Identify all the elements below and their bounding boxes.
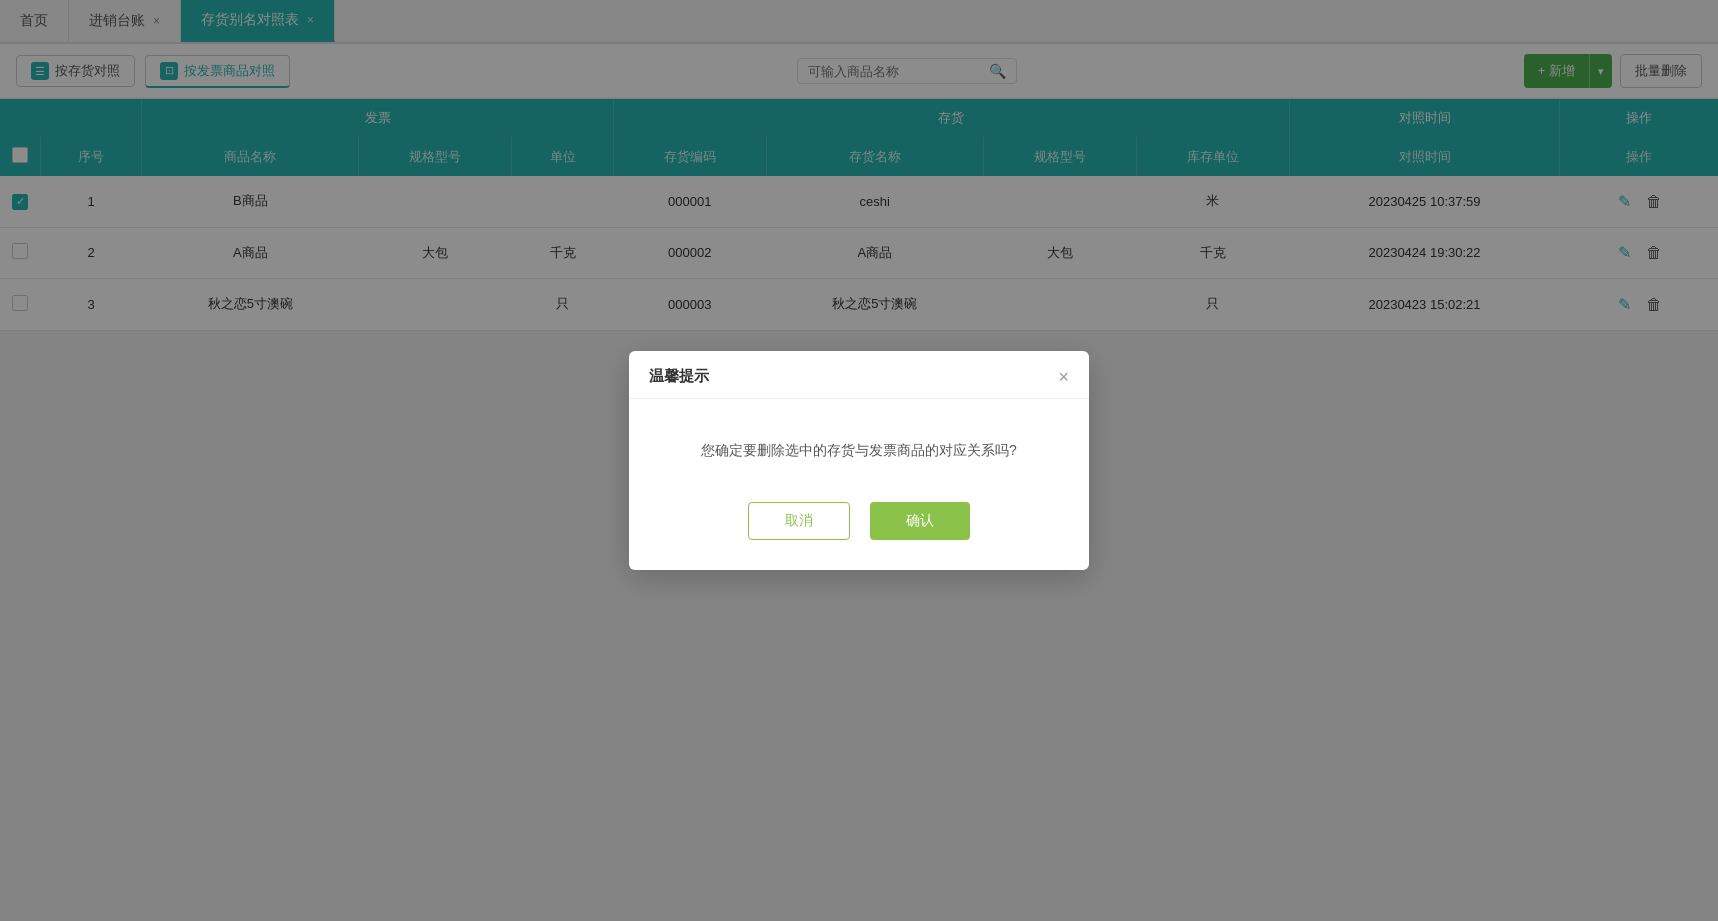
modal-overlay: 温馨提示 × 您确定要删除选中的存货与发票商品的对应关系吗? 取消 确认 <box>0 0 1718 331</box>
